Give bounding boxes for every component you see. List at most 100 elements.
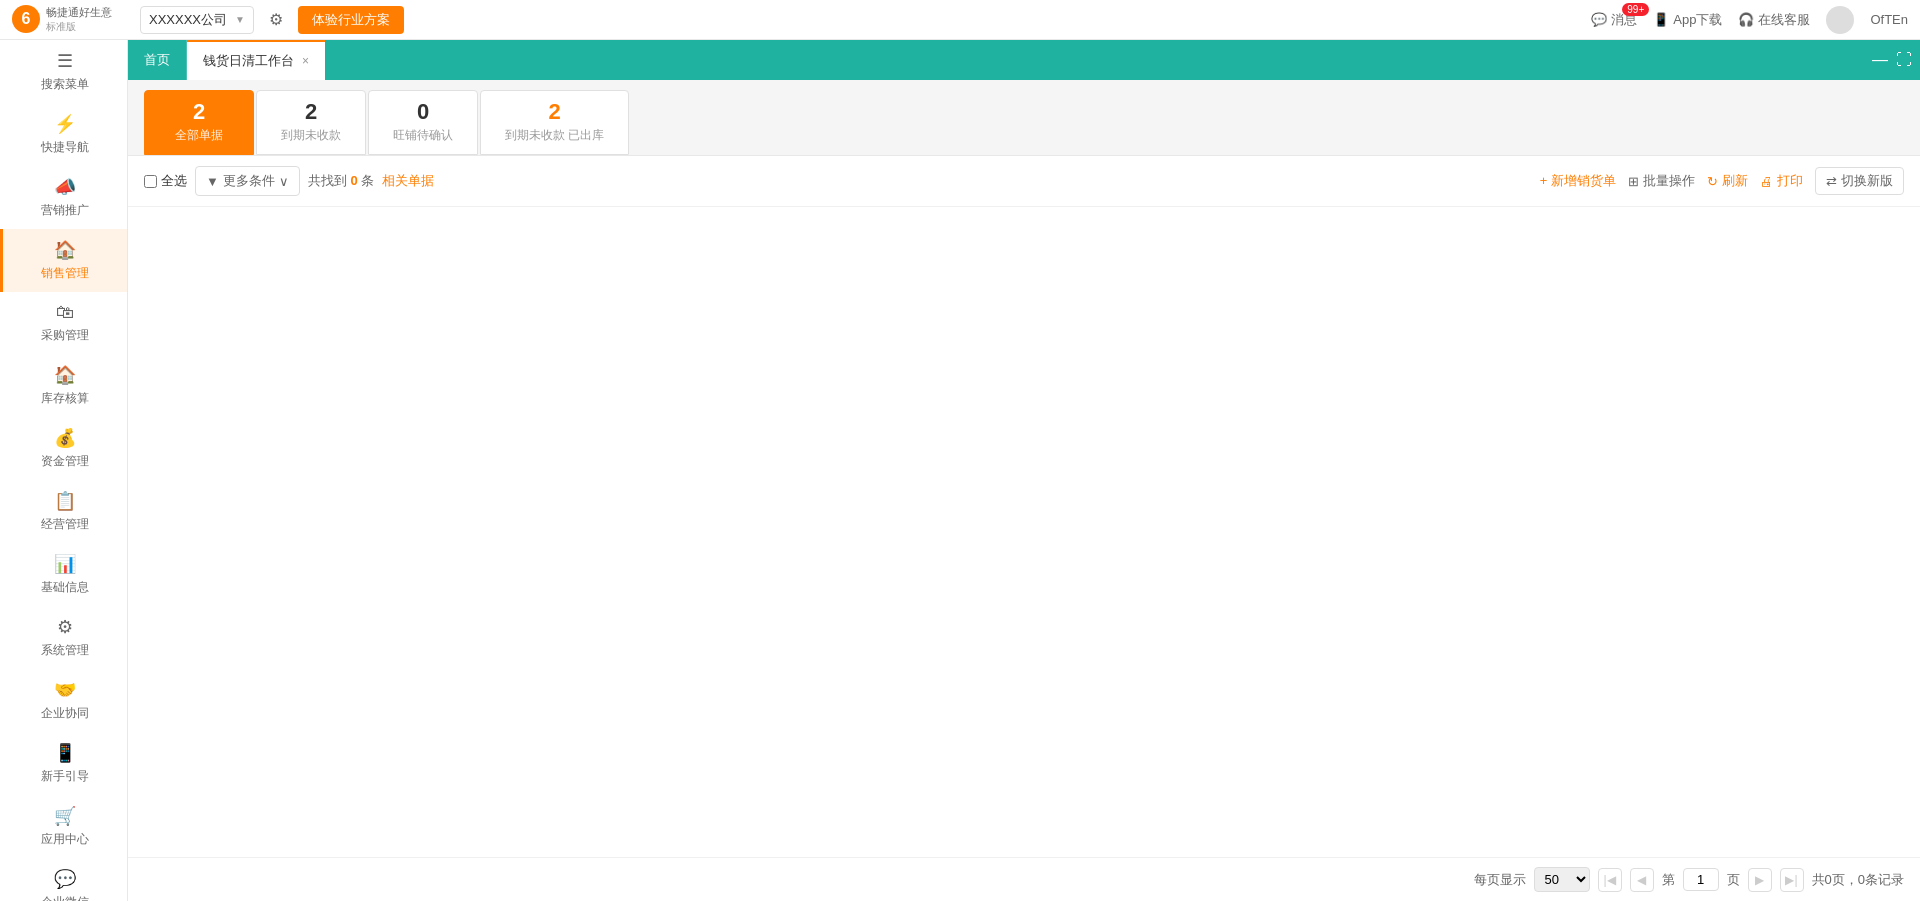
marketing-icon: 📣	[54, 176, 76, 198]
toolbar-left: 全选 ▼ 更多条件 ∨ 共找到 0 条 相关单据	[144, 166, 1532, 196]
refresh-icon: ↻	[1707, 174, 1718, 189]
batch-icon: ⊞	[1628, 174, 1639, 189]
company-selector[interactable]: XXXXXX公司 ▼	[140, 6, 254, 34]
main-area: 首页 钱货日清工作台 × — ⛶ 2 全部单据	[128, 40, 1920, 901]
sidebar-item-operation[interactable]: 📋 经营管理	[0, 480, 127, 543]
per-page-select[interactable]: 50 100 200	[1534, 867, 1590, 892]
sidebar-item-wechat[interactable]: 💬 企业微信	[0, 858, 127, 901]
sidebar-label-marketing: 营销推广	[41, 202, 89, 219]
found-text: 共找到 0 条 相关单据	[308, 172, 434, 190]
tab-close-icon[interactable]: ×	[302, 54, 309, 68]
select-all-checkbox[interactable]	[144, 175, 157, 188]
online-service-btn[interactable]: 🎧 在线客服	[1738, 11, 1810, 29]
message-badge: 99+	[1622, 3, 1649, 16]
switch-icon: ⇄	[1826, 174, 1837, 189]
refresh-btn[interactable]: ↻ 刷新	[1707, 172, 1748, 190]
username-display[interactable]: OfTEn	[1870, 12, 1908, 27]
stats-all-label: 全部单据	[169, 127, 229, 144]
guide-icon: 📱	[54, 742, 76, 764]
content-area: 2 全部单据 2 到期未收款 0 旺铺待确认 2 到期未收款 已出库	[128, 80, 1920, 901]
stats-wangdian-label: 旺铺待确认	[393, 127, 453, 144]
sidebar-item-basic-info[interactable]: 📊 基础信息	[0, 543, 127, 606]
tabs-actions: — ⛶	[1864, 40, 1920, 80]
switch-version-btn[interactable]: ⇄ 切换新版	[1815, 167, 1904, 195]
batch-operation-btn[interactable]: ⊞ 批量操作	[1628, 172, 1695, 190]
sales-icon: 🏠	[54, 239, 76, 261]
sidebar-item-purchase[interactable]: 🛍 采购管理	[0, 292, 127, 354]
phone-icon: 📱	[1653, 12, 1669, 27]
sidebar-item-enterprise[interactable]: 🤝 企业协同	[0, 669, 127, 732]
add-sales-order-btn[interactable]: + 新增销货单	[1540, 172, 1616, 190]
operation-icon: 📋	[54, 490, 76, 512]
app-download-btn[interactable]: 📱 App下载	[1653, 11, 1722, 29]
last-page-btn[interactable]: ▶|	[1780, 868, 1804, 892]
table-area	[128, 207, 1920, 857]
page-input[interactable]	[1683, 868, 1719, 891]
found-prefix: 共找到	[308, 173, 347, 188]
capital-icon: 💰	[54, 427, 76, 449]
sidebar-item-capital[interactable]: 💰 资金管理	[0, 417, 127, 480]
sidebar-item-system[interactable]: ⚙ 系统管理	[0, 606, 127, 669]
main-layout: ☰ 搜索菜单 ⚡ 快捷导航 📣 营销推广 🏠 销售管理 🛍 采购管理 🏠 库存核…	[0, 40, 1920, 901]
sidebar-item-guide[interactable]: 📱 新手引导	[0, 732, 127, 795]
online-service-label: 在线客服	[1758, 11, 1810, 29]
related-bill-btn[interactable]: 相关单据	[382, 173, 434, 188]
sidebar-label-app-center: 应用中心	[41, 831, 89, 848]
page-label-prefix: 第	[1662, 871, 1675, 889]
quick-nav-icon: ⚡	[54, 113, 76, 135]
filter-label: 更多条件	[223, 172, 275, 190]
batch-label: 批量操作	[1643, 172, 1695, 190]
tab-home[interactable]: 首页	[128, 40, 187, 80]
maximize-icon[interactable]: ⛶	[1896, 51, 1912, 69]
experience-btn[interactable]: 体验行业方案	[298, 6, 404, 34]
system-icon: ⚙	[57, 616, 73, 638]
stats-overdue-outbound-count: 2	[505, 99, 604, 125]
logo-badge: 标准版	[46, 20, 112, 34]
tab-active-workbench[interactable]: 钱货日清工作台 ×	[187, 40, 325, 80]
stats-tab-wangdian[interactable]: 0 旺铺待确认	[368, 90, 478, 155]
sidebar-label-enterprise: 企业协同	[41, 705, 89, 722]
logo-icon: 6	[12, 5, 40, 33]
next-page-btn[interactable]: ▶	[1748, 868, 1772, 892]
sidebar-item-marketing[interactable]: 📣 营销推广	[0, 166, 127, 229]
page-label-suffix: 页	[1727, 871, 1740, 889]
sidebar-item-quick-nav[interactable]: ⚡ 快捷导航	[0, 103, 127, 166]
logo-name: 畅捷通好生意	[46, 5, 112, 19]
active-tab-label: 钱货日清工作台	[203, 52, 294, 70]
sidebar-item-sales[interactable]: 🏠 销售管理	[0, 229, 127, 292]
purchase-icon: 🛍	[56, 302, 74, 323]
select-all-checkbox-group[interactable]: 全选	[144, 172, 187, 190]
print-btn[interactable]: 🖨 打印	[1760, 172, 1803, 190]
filter-btn[interactable]: ▼ 更多条件 ∨	[195, 166, 300, 196]
tabs-bar: 首页 钱货日清工作台 × — ⛶	[128, 40, 1920, 80]
minimize-icon[interactable]: —	[1872, 51, 1888, 69]
sidebar: ☰ 搜索菜单 ⚡ 快捷导航 📣 营销推广 🏠 销售管理 🛍 采购管理 🏠 库存核…	[0, 40, 128, 901]
sidebar-label-quick-nav: 快捷导航	[41, 139, 89, 156]
stats-overdue-outbound-label: 到期未收款 已出库	[505, 127, 604, 144]
stats-tab-all[interactable]: 2 全部单据	[144, 90, 254, 155]
message-btn[interactable]: 💬 消息 99+	[1591, 11, 1637, 29]
tabs-spacer	[325, 40, 1864, 80]
prev-page-btn[interactable]: ◀	[1630, 868, 1654, 892]
sidebar-label-guide: 新手引导	[41, 768, 89, 785]
first-page-btn[interactable]: |◀	[1598, 868, 1622, 892]
sidebar-label-purchase: 采购管理	[41, 327, 89, 344]
page-summary: 共0页，0条记录	[1812, 871, 1904, 889]
toolbar-right: + 新增销货单 ⊞ 批量操作 ↻ 刷新 🖨 打印	[1540, 167, 1904, 195]
sidebar-item-inventory[interactable]: 🏠 库存核算	[0, 354, 127, 417]
found-count: 0	[351, 173, 358, 188]
wechat-icon: 💬	[54, 868, 76, 890]
avatar[interactable]	[1826, 6, 1854, 34]
sidebar-item-app-center[interactable]: 🛒 应用中心	[0, 795, 127, 858]
basic-info-icon: 📊	[54, 553, 76, 575]
sidebar-label-inventory: 库存核算	[41, 390, 89, 407]
settings-icon[interactable]: ⚙	[262, 6, 290, 34]
stats-tab-overdue-outbound[interactable]: 2 到期未收款 已出库	[480, 90, 629, 155]
sidebar-item-search-menu[interactable]: ☰ 搜索菜单	[0, 40, 127, 103]
stats-all-count: 2	[169, 99, 229, 125]
app-logo: 6 畅捷通好生意 标准版	[12, 5, 140, 33]
sidebar-label-system: 系统管理	[41, 642, 89, 659]
stats-tab-overdue[interactable]: 2 到期未收款	[256, 90, 366, 155]
inventory-icon: 🏠	[54, 364, 76, 386]
stats-overdue-label: 到期未收款	[281, 127, 341, 144]
